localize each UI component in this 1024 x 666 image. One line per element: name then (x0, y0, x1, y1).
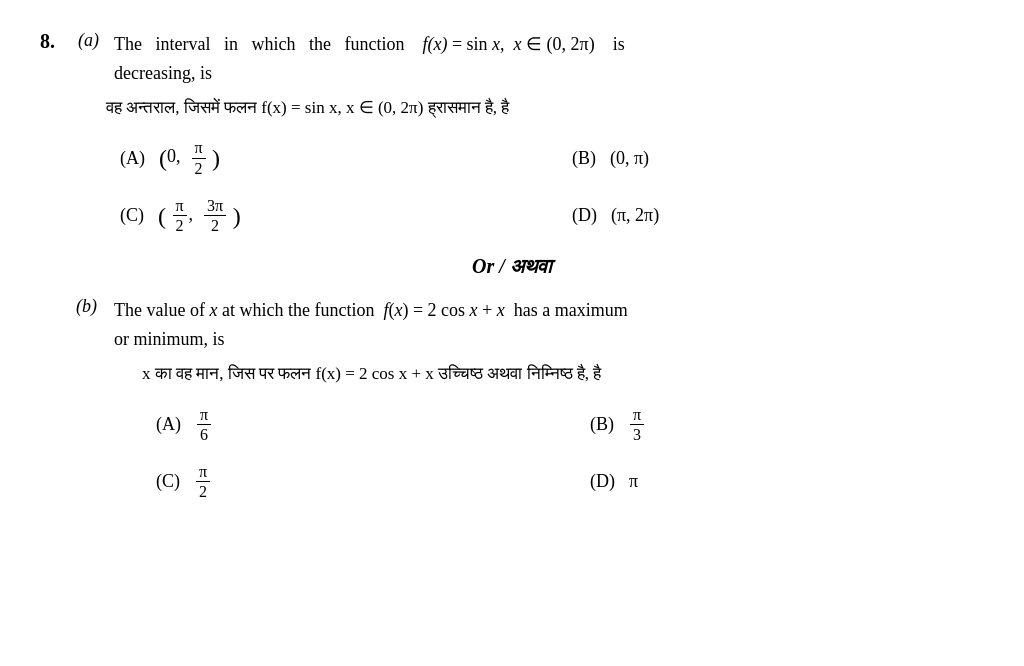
question-8: 8. (a) The interval in which the functio… (40, 30, 984, 501)
part-b-option-c-label: (C) (156, 471, 180, 492)
part-a-label: (a) (78, 30, 106, 51)
part-a-hindi: वह अन्तराल, जिसमें फलन f(x) = sin x, x ∈… (106, 94, 984, 123)
part-b-option-d-label: (D) (590, 471, 615, 492)
part-b-option-a-label: (A) (156, 414, 181, 435)
part-b-option-a-value: π 6 (195, 405, 213, 444)
part-b-option-d: (D) π (590, 462, 984, 501)
fraction-pi-2c: π 2 (196, 462, 210, 501)
part-b-option-c-value: π 2 (194, 462, 212, 501)
part-b-option-c: (C) π 2 (156, 462, 550, 501)
part-b-option-b: (B) π 3 (590, 405, 984, 444)
part-b-options: (A) π 6 (B) π 3 (156, 405, 984, 502)
option-b-value: (0, π) (610, 148, 649, 169)
part-b-option-d-value: π (629, 471, 638, 492)
option-d: (D) (π, 2π) (572, 196, 984, 235)
part-a-header: 8. (a) The interval in which the functio… (40, 30, 984, 88)
part-b-header: (b) The value of x at which the function… (76, 296, 984, 354)
part-b-hindi: x का वह मान, जिस पर फलन f(x) = 2 cos x +… (142, 360, 984, 389)
option-c-value: ( π 2 , 3π 2 ) (158, 196, 241, 235)
or-divider: Or / अथवा (40, 255, 984, 278)
part-b-label: (b) (76, 296, 104, 317)
option-c-label: (C) (120, 205, 144, 226)
fraction-3pi-2: 3π 2 (204, 196, 226, 235)
part-a-options: (A) (0, π 2 ) (B) (0, π) (C) ( π (120, 138, 984, 235)
fraction-pi-2b: π 2 (173, 196, 187, 235)
part-b-option-a: (A) π 6 (156, 405, 550, 444)
part-a-question-text: The interval in which the function f(x) … (114, 30, 984, 88)
option-b-label: (B) (572, 148, 596, 169)
fraction-pi-3: π 3 (630, 405, 644, 444)
part-b-block: (b) The value of x at which the function… (76, 296, 984, 501)
question-number: 8. (40, 30, 70, 53)
option-a: (A) (0, π 2 ) (120, 138, 532, 177)
fraction-pi-6: π 6 (197, 405, 211, 444)
part-a-function: f(x) (422, 34, 447, 54)
part-b-option-b-label: (B) (590, 414, 614, 435)
fraction-pi-2: π 2 (192, 138, 206, 177)
part-b-question-text: The value of x at which the function f(x… (114, 296, 984, 354)
option-b: (B) (0, π) (572, 138, 984, 177)
option-c: (C) ( π 2 , 3π 2 ) (120, 196, 532, 235)
part-b-option-b-value: π 3 (628, 405, 646, 444)
option-d-value: (π, 2π) (611, 205, 659, 226)
option-a-value: (0, π 2 ) (159, 138, 220, 177)
option-a-label: (A) (120, 148, 145, 169)
option-d-label: (D) (572, 205, 597, 226)
